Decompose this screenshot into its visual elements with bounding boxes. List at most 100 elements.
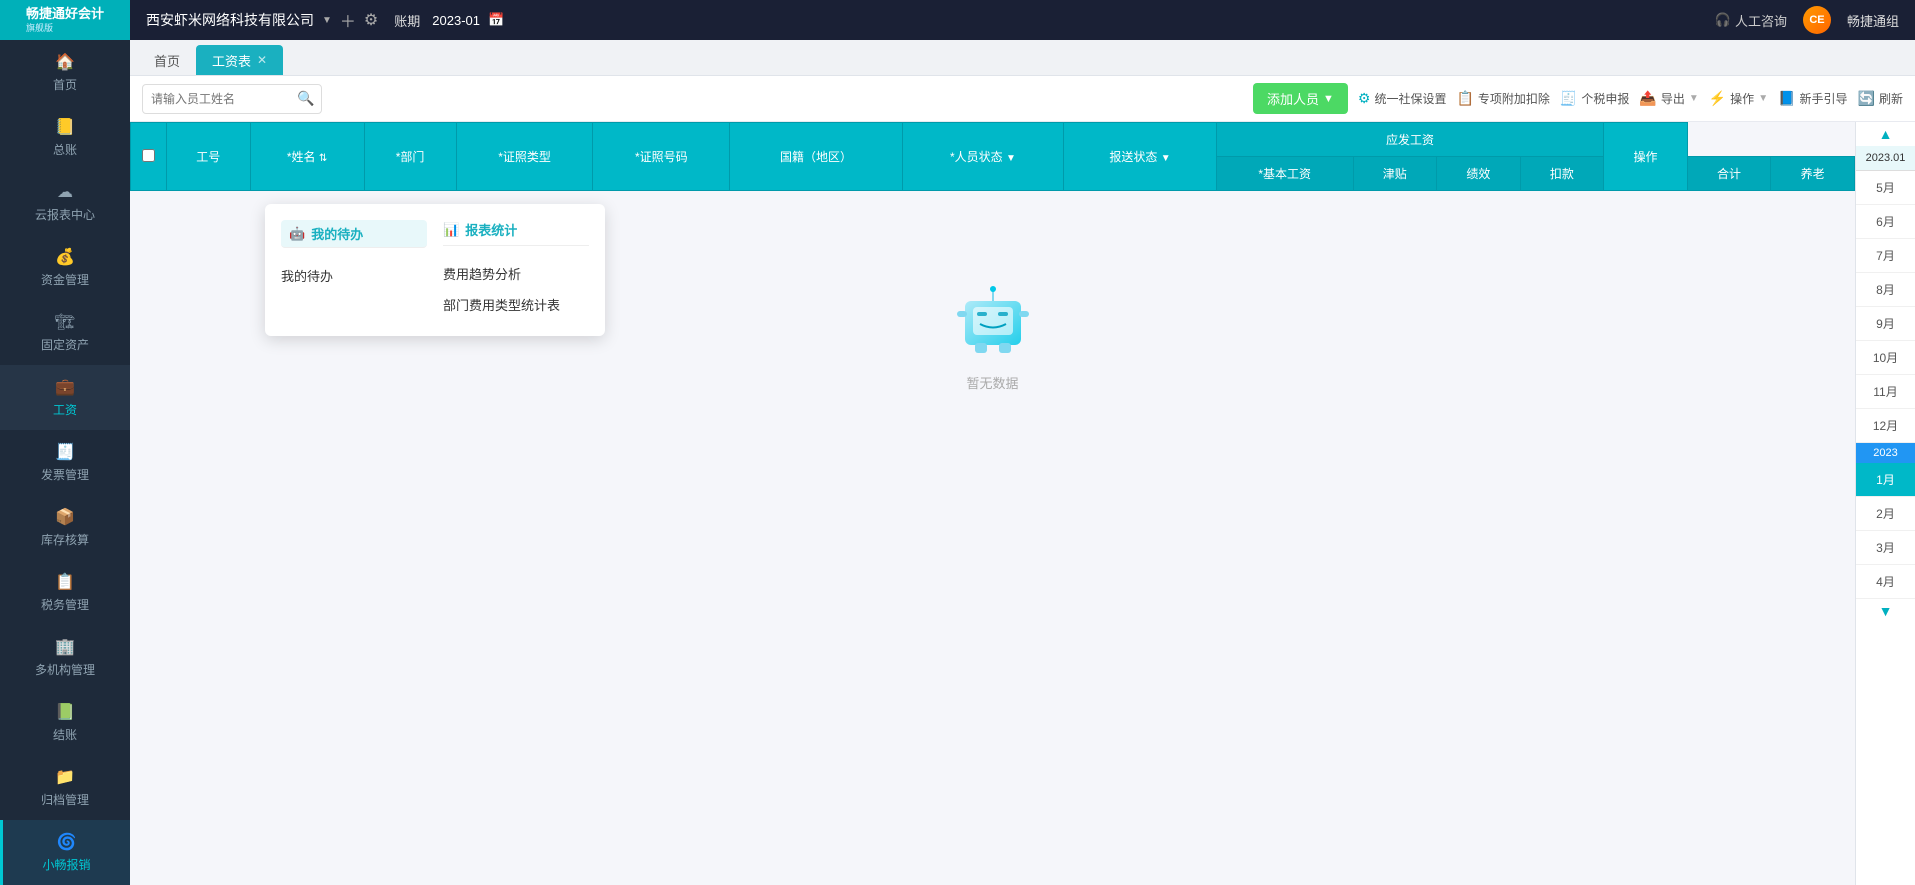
- popup-todo-item[interactable]: 我的待办: [281, 260, 427, 291]
- month-panel-header: 2023.01: [1856, 146, 1915, 171]
- month-item-5[interactable]: 5月: [1856, 171, 1915, 205]
- sidebar-item-xiaochang[interactable]: 🌀 小畅报销: [0, 820, 130, 885]
- refresh-action[interactable]: 🔄 刷新: [1858, 90, 1903, 107]
- th-name: *姓名 ⇅: [250, 123, 364, 191]
- sidebar-item-invoice-label: 发票管理: [41, 466, 89, 483]
- th-send-status: 报送状态 ▼: [1064, 123, 1217, 191]
- month-nav-up[interactable]: ▲: [1875, 122, 1897, 146]
- month-item-6[interactable]: 6月: [1856, 205, 1915, 239]
- sidebar-item-multi-org-label: 多机构管理: [35, 661, 95, 678]
- export-label: 导出: [1661, 90, 1685, 107]
- th-number: 工号: [167, 123, 251, 191]
- popup-dept-expense-item[interactable]: 部门费用类型统计表: [443, 289, 589, 320]
- month-item-2[interactable]: 2月: [1856, 497, 1915, 531]
- header-right: 🎧 人工咨询 CE 畅捷通组: [1715, 6, 1915, 34]
- month-item-1[interactable]: 1月: [1856, 463, 1915, 497]
- sidebar-item-fund[interactable]: 💰 资金管理: [0, 235, 130, 300]
- toolbar-right: 添加人员 ▼ ⚙ 统一社保设置 📋 专项附加扣除 🧾 个税申报 📤 导: [1253, 83, 1903, 114]
- logo-subtitle: 旗舰版: [26, 21, 104, 34]
- tab-home[interactable]: 首页: [138, 45, 196, 75]
- report-stats-icon: 📊: [443, 222, 459, 238]
- sidebar-item-salary[interactable]: 💼 工资: [0, 365, 130, 430]
- sidebar-item-salary-label: 工资: [53, 401, 77, 418]
- sidebar-item-accounting[interactable]: 📗 结账: [0, 690, 130, 755]
- empty-icon: [943, 271, 1043, 361]
- sidebar-item-fixed-assets[interactable]: 🏗 固定资产: [0, 300, 130, 365]
- operations-icon: ⚡: [1709, 90, 1726, 107]
- special-deduct-label: 专项附加扣除: [1478, 90, 1550, 107]
- th-nationality: 国籍（地区）: [730, 123, 903, 191]
- month-item-8[interactable]: 8月: [1856, 273, 1915, 307]
- new-guide-action[interactable]: 📘 新手引导: [1778, 90, 1847, 107]
- social-security-action[interactable]: ⚙ 统一社保设置: [1358, 90, 1447, 107]
- add-person-label: 添加人员: [1267, 89, 1319, 108]
- tax-icon: 📋: [55, 572, 75, 592]
- add-person-button[interactable]: 添加人员 ▼: [1253, 83, 1348, 114]
- month-item-4[interactable]: 4月: [1856, 565, 1915, 599]
- add-icon[interactable]: ＋: [340, 8, 356, 32]
- checkbox-header[interactable]: [131, 123, 167, 191]
- ledger-icon: 📒: [55, 117, 75, 137]
- logo-area: 畅捷通好会计 旗舰版: [0, 0, 130, 40]
- special-deduct-icon: 📋: [1456, 90, 1473, 107]
- th-performance: 绩效: [1437, 157, 1521, 191]
- month-item-9[interactable]: 9月: [1856, 307, 1915, 341]
- operations-action[interactable]: ⚡ 操作 ▼: [1709, 90, 1768, 107]
- th-pension: 养老: [1771, 157, 1855, 191]
- sidebar-item-home[interactable]: 🏠 首页: [0, 40, 130, 105]
- dropdown-popup: 🤖 我的待办 我的待办 📊 报表统计: [265, 204, 605, 336]
- sidebar-item-tax[interactable]: 📋 税务管理: [0, 560, 130, 625]
- fixed-assets-icon: 🏗: [55, 312, 75, 332]
- headphone-icon: 🎧: [1715, 12, 1731, 28]
- month-item-3[interactable]: 3月: [1856, 531, 1915, 565]
- popup-expense-trend-label: 费用趋势分析: [443, 267, 521, 282]
- sidebar-item-fixed-assets-label: 固定资产: [41, 336, 89, 353]
- search-input[interactable]: [151, 92, 291, 106]
- search-box: 🔍: [142, 84, 322, 114]
- customer-service-btn[interactable]: 🎧 人工咨询: [1715, 11, 1787, 30]
- home-icon: 🏠: [55, 52, 75, 72]
- month-item-12[interactable]: 12月: [1856, 409, 1915, 443]
- sidebar-item-home-label: 首页: [53, 76, 77, 93]
- sidebar-item-ledger[interactable]: 📒 总账: [0, 105, 130, 170]
- salary-table: 工号 *姓名 ⇅ *部门 *证照类型 *证照号码 国籍（地区） *人员状态 ▼ …: [130, 122, 1855, 191]
- popup-expense-trend-item[interactable]: 费用趋势分析: [443, 258, 589, 289]
- personal-tax-action[interactable]: 🧾 个税申报: [1560, 90, 1629, 107]
- tab-close-icon[interactable]: ✕: [257, 53, 267, 67]
- popup-col1-header[interactable]: 🤖 我的待办: [281, 220, 427, 248]
- export-icon: 📤: [1639, 90, 1656, 107]
- special-deduct-action[interactable]: 📋 专项附加扣除: [1456, 90, 1549, 107]
- month-nav-down[interactable]: ▼: [1875, 599, 1897, 623]
- fund-icon: 💰: [55, 247, 75, 267]
- chevron-down-icon[interactable]: ▼: [322, 15, 332, 26]
- tab-bar: 首页 工资表 ✕: [130, 40, 1915, 76]
- select-all-checkbox[interactable]: [142, 149, 155, 162]
- customer-service-label: 人工咨询: [1735, 11, 1787, 30]
- tab-home-label: 首页: [154, 51, 180, 70]
- sidebar-item-xiaochang-label: 小畅报销: [42, 856, 90, 873]
- month-item-11[interactable]: 11月: [1856, 375, 1915, 409]
- month-item-7[interactable]: 7月: [1856, 239, 1915, 273]
- sidebar-item-tax-label: 税务管理: [41, 596, 89, 613]
- popup-col2-title: 报表统计: [465, 220, 517, 239]
- my-todo-icon: 🤖: [289, 226, 305, 242]
- table-area: 工号 *姓名 ⇅ *部门 *证照类型 *证照号码 国籍（地区） *人员状态 ▼ …: [130, 122, 1855, 885]
- tab-salary-table[interactable]: 工资表 ✕: [196, 45, 283, 75]
- avatar[interactable]: CE: [1803, 6, 1831, 34]
- period-label: 账期: [394, 11, 420, 30]
- refresh-icon: 🔄: [1858, 90, 1875, 107]
- sidebar-item-inventory[interactable]: 📦 库存核算: [0, 495, 130, 560]
- multi-org-icon: 🏢: [55, 637, 75, 657]
- sidebar-item-multi-org[interactable]: 🏢 多机构管理: [0, 625, 130, 690]
- sidebar-item-cloud-report[interactable]: ☁ 云报表中心: [0, 170, 130, 235]
- sidebar-item-archive[interactable]: 📁 归档管理: [0, 755, 130, 820]
- th-operate: 操作: [1604, 123, 1688, 191]
- sidebar-item-invoice[interactable]: 🧾 发票管理: [0, 430, 130, 495]
- export-action[interactable]: 📤 导出 ▼: [1639, 90, 1698, 107]
- accounting-icon: 📗: [55, 702, 75, 722]
- calendar-icon[interactable]: 📅: [488, 12, 504, 28]
- settings-icon[interactable]: ⚙: [364, 10, 378, 30]
- popup-col2-header[interactable]: 📊 报表统计: [443, 220, 589, 246]
- popup-columns: 🤖 我的待办 我的待办 📊 报表统计: [281, 220, 589, 320]
- month-item-10[interactable]: 10月: [1856, 341, 1915, 375]
